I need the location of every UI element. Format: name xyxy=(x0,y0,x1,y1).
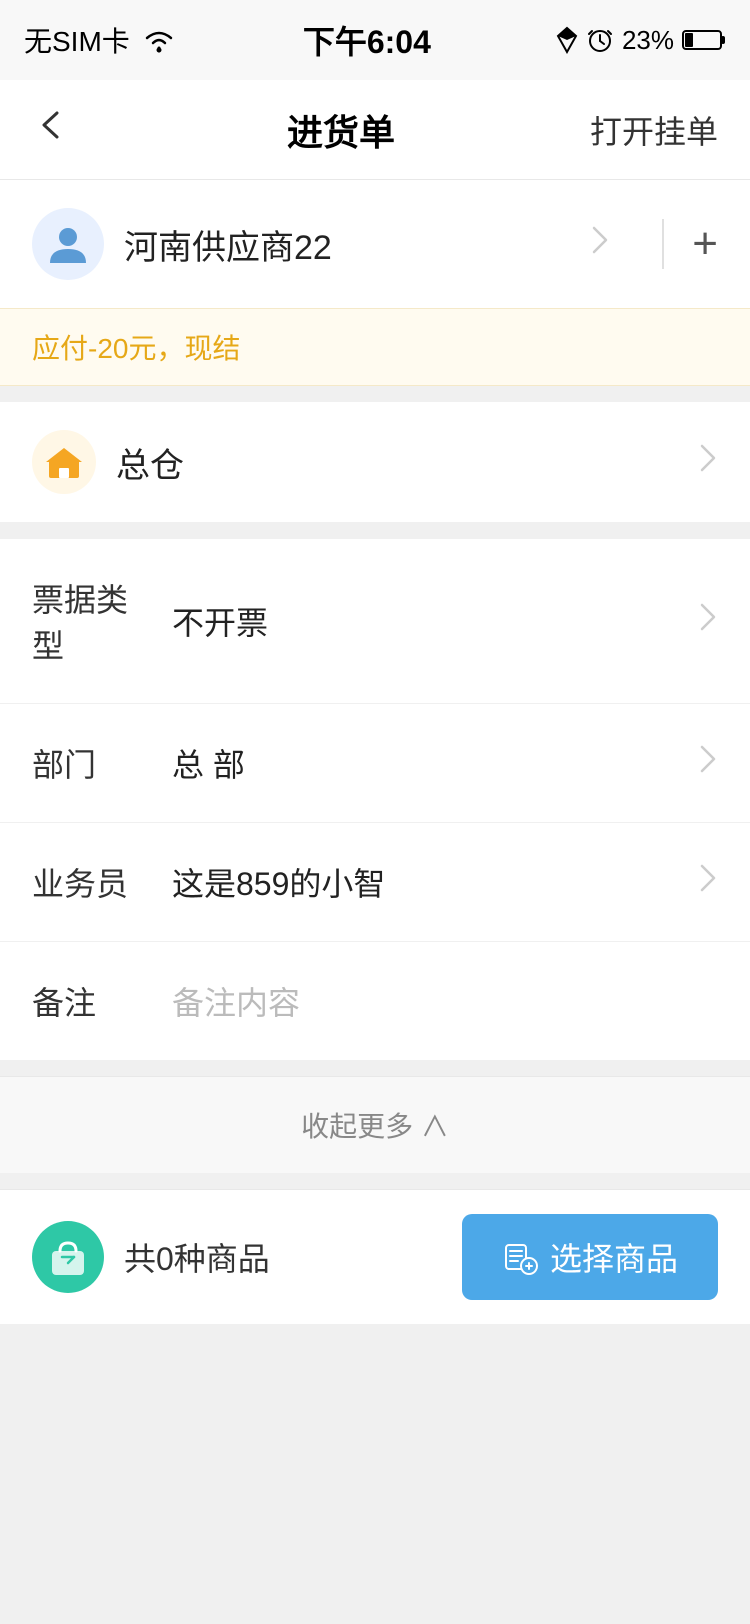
supplier-name: 河南供应商22 xyxy=(124,220,590,269)
collapse-bar[interactable]: 收起更多 ∧ xyxy=(0,1076,750,1173)
form-row-department[interactable]: 部门 总 部 xyxy=(0,704,750,823)
form-label-salesperson: 业务员 xyxy=(32,859,152,905)
status-carrier: 无SIM卡 xyxy=(24,20,178,60)
form-value-salesperson: 这是859的小智 xyxy=(172,859,698,905)
select-product-button[interactable]: 选择商品 xyxy=(462,1214,718,1300)
form-label-remark: 备注 xyxy=(32,978,152,1024)
nav-bar: 进货单 打开挂单 xyxy=(0,80,750,180)
form-chevron-department xyxy=(698,743,718,783)
select-product-icon xyxy=(502,1239,538,1275)
supplier-card: 河南供应商22 + 应付-20元，现结 xyxy=(0,180,750,386)
person-icon xyxy=(45,221,91,267)
notice-text: 应付-20元，现结 xyxy=(32,333,240,364)
notice-bar: 应付-20元，现结 xyxy=(0,308,750,386)
form-row-salesperson[interactable]: 业务员 这是859的小智 xyxy=(0,823,750,942)
supplier-chevron-icon xyxy=(590,224,610,264)
warehouse-row[interactable]: 总仓 xyxy=(0,402,750,523)
select-product-label: 选择商品 xyxy=(550,1234,678,1280)
location-icon xyxy=(556,26,578,54)
form-label-invoice-type: 票据类型 xyxy=(32,575,152,667)
warehouse-building-icon xyxy=(44,442,84,482)
gray-background xyxy=(0,1324,750,1624)
warehouse-card[interactable]: 总仓 xyxy=(0,402,750,523)
status-time: 下午6:04 xyxy=(303,17,431,63)
status-bar: 无SIM卡 下午6:04 23% xyxy=(0,0,750,80)
battery-icon xyxy=(682,28,726,52)
form-section: 票据类型 不开票 部门 总 部 业务员 这是859的小智 xyxy=(0,539,750,1060)
wifi-icon xyxy=(140,26,178,54)
form-chevron-salesperson xyxy=(698,862,718,902)
product-icon-container xyxy=(32,1221,104,1293)
form-chevron-invoice-type xyxy=(698,601,718,641)
product-count: 共0种商品 xyxy=(124,1234,462,1280)
spacer xyxy=(0,1173,750,1189)
form-value-remark-placeholder: 备注内容 xyxy=(172,978,718,1024)
form-value-department: 总 部 xyxy=(172,740,698,786)
content-area: 河南供应商22 + 应付-20元，现结 总仓 xyxy=(0,180,750,1624)
form-label-department: 部门 xyxy=(32,740,152,786)
shopping-bag-icon xyxy=(46,1235,90,1279)
warehouse-chevron-icon xyxy=(698,442,718,482)
warehouse-icon-container xyxy=(32,430,96,494)
alarm-icon xyxy=(586,26,614,54)
open-pending-button[interactable]: 打开挂单 xyxy=(590,107,718,153)
page-title: 进货单 xyxy=(287,104,395,156)
product-bar: 共0种商品 选择商品 xyxy=(0,1189,750,1324)
warehouse-name: 总仓 xyxy=(116,438,698,487)
battery-text: 23% xyxy=(622,25,674,56)
form-row-remark[interactable]: 备注 备注内容 xyxy=(0,942,750,1060)
carrier-text: 无SIM卡 xyxy=(24,20,130,60)
form-value-invoice-type: 不开票 xyxy=(172,598,698,644)
supplier-avatar xyxy=(32,208,104,280)
supplier-row[interactable]: 河南供应商22 + xyxy=(0,180,750,308)
status-right: 23% xyxy=(556,25,726,56)
back-button[interactable] xyxy=(32,105,92,155)
collapse-label: 收起更多 ∧ xyxy=(301,1111,449,1142)
form-row-invoice-type[interactable]: 票据类型 不开票 xyxy=(0,539,750,704)
add-button[interactable]: + xyxy=(692,219,718,269)
divider xyxy=(662,219,664,269)
